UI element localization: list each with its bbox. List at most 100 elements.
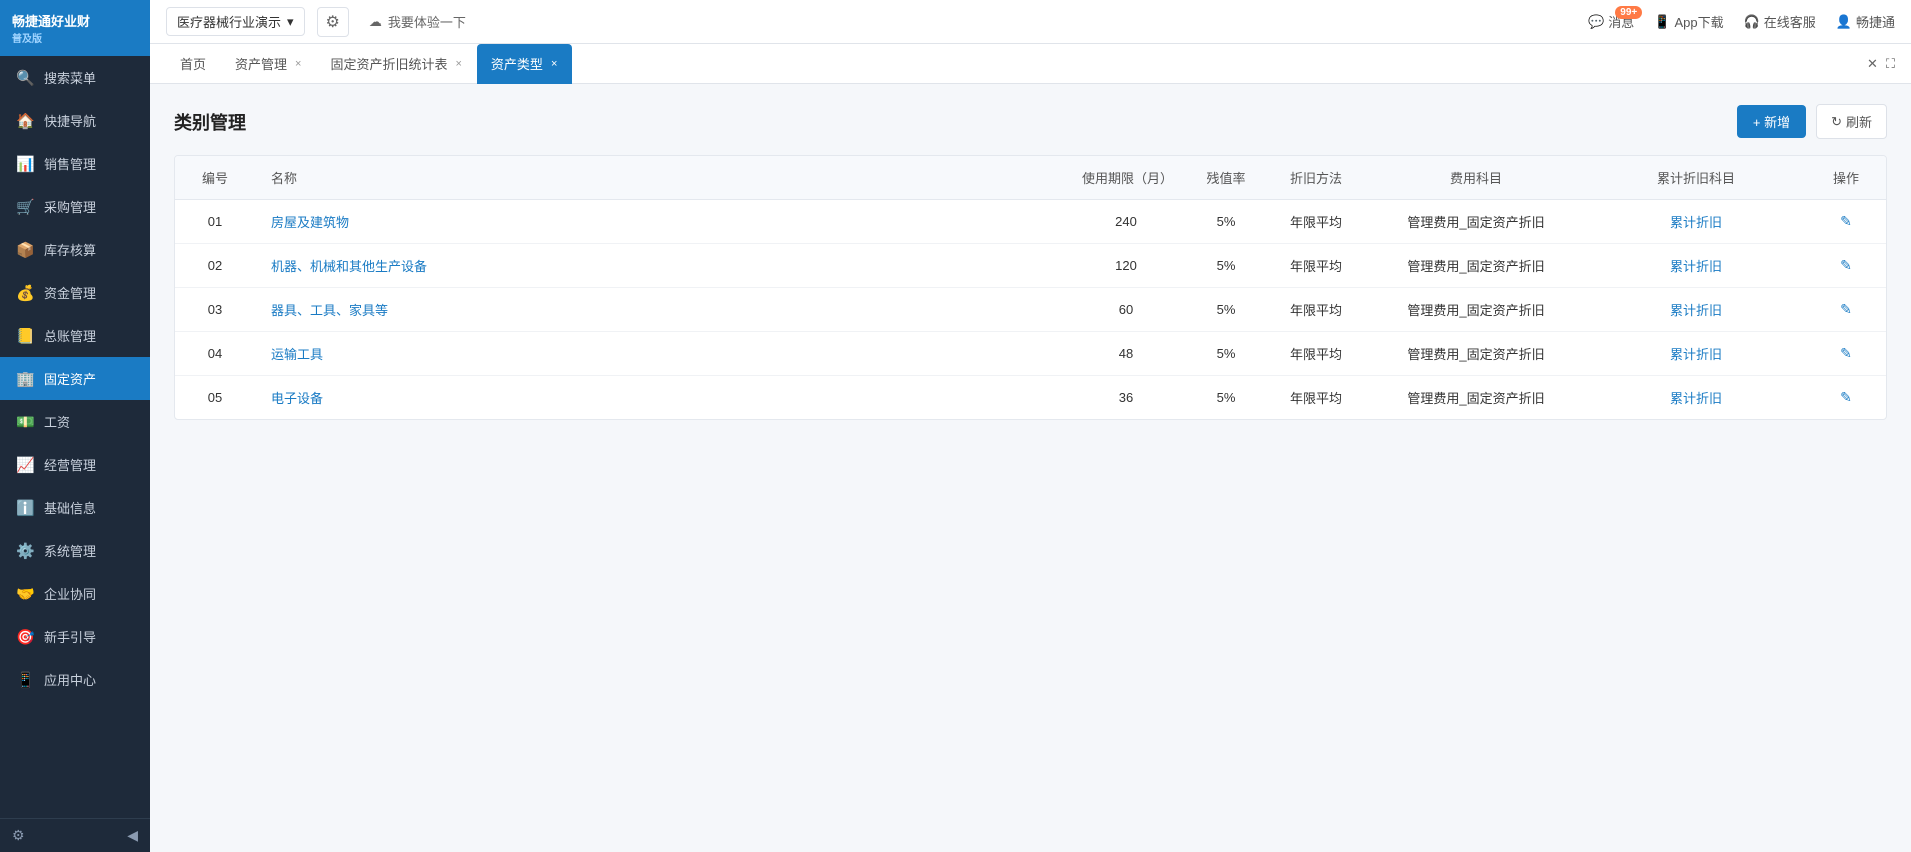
sidebar-item-purchase[interactable]: 🛒 采购管理	[0, 185, 150, 228]
sidebar-item-capital[interactable]: 💰 资金管理	[0, 271, 150, 314]
sidebar-item-basic[interactable]: ℹ️ 基础信息	[0, 486, 150, 529]
bizmanage-icon: 📈	[16, 456, 34, 474]
topbar: 医疗器械行业演示 ▾ ⚙ ☁ 我要体验一下 💬 消息 99+ 📱 App下载 🎧…	[150, 0, 1911, 44]
sidebar-item-guide[interactable]: 🎯 新手引导	[0, 615, 150, 658]
online-service-label: 在线客服	[1764, 12, 1816, 31]
sales-icon: 📊	[16, 155, 34, 173]
experience-btn[interactable]: ☁ 我要体验一下	[369, 12, 466, 31]
sidebar-item-bizmanage[interactable]: 📈 经营管理	[0, 443, 150, 486]
experience-label: 我要体验一下	[388, 12, 466, 31]
basic-icon: ℹ️	[16, 499, 34, 517]
tab-depreciation-table[interactable]: 固定资产折旧统计表 ×	[316, 44, 476, 84]
data-table-container: 编号 名称 使用期限（月） 残值率 折旧方法 费用科目 累计折旧科目 操作 01…	[174, 155, 1887, 420]
cell-accum-1: 累计折旧	[1586, 244, 1806, 288]
page-header: 类别管理 + 新增 ↻ 刷新	[174, 104, 1887, 139]
table-row: 04 运输工具 48 5% 年限平均 管理费用_固定资产折旧 累计折旧 ✎	[175, 332, 1886, 376]
app-subtitle: 普及版	[12, 30, 90, 45]
sidebar-label-inventory: 库存核算	[44, 240, 96, 259]
sidebar-label-basic: 基础信息	[44, 498, 96, 517]
cell-code-4: 05	[175, 376, 255, 420]
app-download-label: App下载	[1674, 12, 1723, 31]
app-download-btn[interactable]: 📱 App下载	[1654, 12, 1723, 31]
tab-depreciation-close[interactable]: ×	[455, 58, 461, 70]
cell-action-1[interactable]: ✎	[1806, 244, 1886, 288]
cell-code-1: 02	[175, 244, 255, 288]
sidebar-item-fixed[interactable]: 🏢 固定资产	[0, 357, 150, 400]
username-label: 畅捷通	[1856, 12, 1895, 31]
col-header-action: 操作	[1806, 156, 1886, 200]
cell-name-2: 器具、工具、家具等	[255, 288, 1066, 332]
sidebar-label-capital: 资金管理	[44, 283, 96, 302]
cell-residual-2: 5%	[1186, 288, 1266, 332]
col-header-residual: 残值率	[1186, 156, 1266, 200]
message-icon: 💬	[1588, 14, 1604, 30]
topbar-right: 💬 消息 99+ 📱 App下载 🎧 在线客服 👤 畅捷通	[1588, 12, 1895, 31]
new-button[interactable]: + 新增	[1737, 105, 1806, 138]
sidebar: 畅捷通好业财 普及版 🔍 搜索菜单 🏠 快捷导航 📊 销售管理 🛒 采购管理 📦…	[0, 0, 150, 852]
cell-period-3: 48	[1066, 332, 1186, 376]
cell-method-0: 年限平均	[1266, 200, 1366, 244]
header-actions: + 新增 ↻ 刷新	[1737, 104, 1887, 139]
cell-code-2: 03	[175, 288, 255, 332]
settings-icon[interactable]: ⚙	[12, 827, 25, 844]
close-window-icon[interactable]: ✕	[1867, 56, 1878, 72]
sidebar-item-salary[interactable]: 💵 工资	[0, 400, 150, 443]
sidebar-scroll: 🔍 搜索菜单 🏠 快捷导航 📊 销售管理 🛒 采购管理 📦 库存核算 💰 资金管…	[0, 56, 150, 818]
sidebar-label-salary: 工资	[44, 412, 70, 431]
tab-home[interactable]: 首页	[166, 44, 221, 84]
sidebar-item-appcenter[interactable]: 📱 应用中心	[0, 658, 150, 701]
sidebar-item-ledger[interactable]: 📒 总账管理	[0, 314, 150, 357]
window-controls: ✕ ⛶	[1867, 56, 1895, 72]
cell-method-3: 年限平均	[1266, 332, 1366, 376]
sidebar-item-inventory[interactable]: 📦 库存核算	[0, 228, 150, 271]
refresh-button[interactable]: ↻ 刷新	[1816, 104, 1887, 139]
tab-asset-mgmt[interactable]: 资产管理 ×	[221, 44, 316, 84]
avatar-icon: 👤	[1836, 14, 1852, 30]
cell-residual-4: 5%	[1186, 376, 1266, 420]
cell-residual-3: 5%	[1186, 332, 1266, 376]
cell-name-1: 机器、机械和其他生产设备	[255, 244, 1066, 288]
purchase-icon: 🛒	[16, 198, 34, 216]
table-body: 01 房屋及建筑物 240 5% 年限平均 管理费用_固定资产折旧 累计折旧 ✎…	[175, 200, 1886, 420]
sidebar-item-system[interactable]: ⚙️ 系统管理	[0, 529, 150, 572]
phone-icon: 📱	[1654, 14, 1670, 30]
main-area: 医疗器械行业演示 ▾ ⚙ ☁ 我要体验一下 💬 消息 99+ 📱 App下载 🎧…	[150, 0, 1911, 852]
sidebar-item-enterprise[interactable]: 🤝 企业协同	[0, 572, 150, 615]
asset-type-table: 编号 名称 使用期限（月） 残值率 折旧方法 费用科目 累计折旧科目 操作 01…	[175, 156, 1886, 419]
cell-method-4: 年限平均	[1266, 376, 1366, 420]
table-row: 02 机器、机械和其他生产设备 120 5% 年限平均 管理费用_固定资产折旧 …	[175, 244, 1886, 288]
system-icon: ⚙️	[16, 542, 34, 560]
sidebar-item-sales[interactable]: 📊 销售管理	[0, 142, 150, 185]
online-service-btn[interactable]: 🎧 在线客服	[1744, 12, 1816, 31]
cell-action-3[interactable]: ✎	[1806, 332, 1886, 376]
headset-icon: 🎧	[1744, 14, 1760, 30]
app-title: 畅捷通好业财	[12, 14, 90, 29]
cell-action-0[interactable]: ✎	[1806, 200, 1886, 244]
maximize-window-icon[interactable]: ⛶	[1886, 56, 1895, 72]
cell-action-2[interactable]: ✎	[1806, 288, 1886, 332]
topbar-settings-btn[interactable]: ⚙	[317, 7, 349, 37]
gear-icon: ⚙	[326, 14, 340, 31]
col-header-expense: 费用科目	[1366, 156, 1586, 200]
tab-asset-type[interactable]: 资产类型 ×	[477, 44, 572, 84]
tab-asset-mgmt-close[interactable]: ×	[295, 58, 301, 70]
cell-period-0: 240	[1066, 200, 1186, 244]
cell-accum-2: 累计折旧	[1586, 288, 1806, 332]
col-header-code: 编号	[175, 156, 255, 200]
sidebar-label-quicknav: 快捷导航	[44, 111, 96, 130]
tab-asset-type-close[interactable]: ×	[551, 58, 557, 70]
page-title: 类别管理	[174, 109, 246, 135]
sidebar-label-appcenter: 应用中心	[44, 670, 96, 689]
cell-name-0: 房屋及建筑物	[255, 200, 1066, 244]
cell-expense-1: 管理费用_固定资产折旧	[1366, 244, 1586, 288]
inventory-icon: 📦	[16, 241, 34, 259]
messages-btn[interactable]: 💬 消息 99+	[1588, 12, 1634, 31]
message-badge: 99+	[1615, 6, 1642, 19]
user-profile-btn[interactable]: 👤 畅捷通	[1836, 12, 1895, 31]
cell-action-4[interactable]: ✎	[1806, 376, 1886, 420]
col-header-name: 名称	[255, 156, 1066, 200]
industry-selector[interactable]: 医疗器械行业演示 ▾	[166, 7, 305, 36]
sidebar-item-quicknav[interactable]: 🏠 快捷导航	[0, 99, 150, 142]
collapse-icon[interactable]: ◀	[127, 827, 138, 844]
sidebar-item-search[interactable]: 🔍 搜索菜单	[0, 56, 150, 99]
